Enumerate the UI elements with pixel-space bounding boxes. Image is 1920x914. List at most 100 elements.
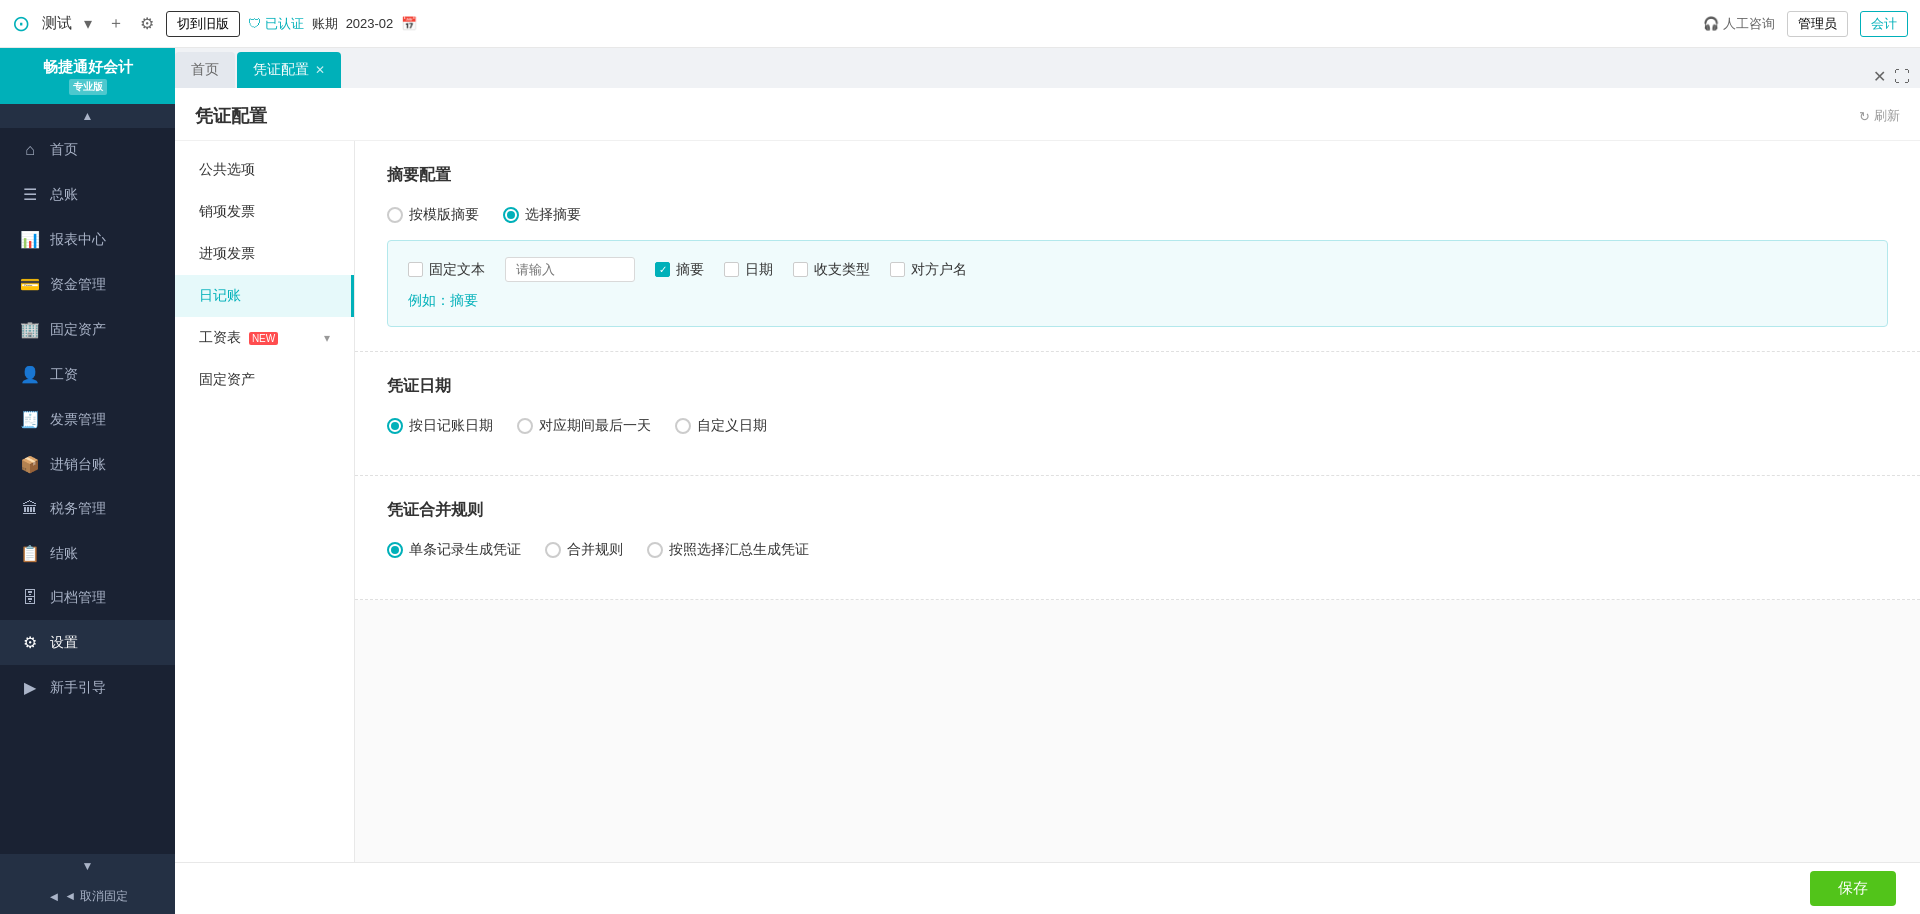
sidebar-item-guide[interactable]: ▶ 新手引导 — [0, 665, 175, 710]
report-icon: 📊 — [20, 230, 40, 249]
main-layout: 畅捷通好会计 专业版 ▲ ⌂ 首页 ☰ 总账 📊 报表中心 💳 资金管理 🏢 — [0, 48, 1920, 914]
home-icon: ⌂ — [20, 141, 40, 159]
config-nav-sales-invoice[interactable]: 销项发票 — [175, 191, 354, 233]
top-header: ⊙ 测试 ▾ ＋ ⚙ 切到旧版 🛡 已认证 账期 2023-02 📅 🎧 人工咨… — [0, 0, 1920, 48]
guide-icon: ▶ — [20, 678, 40, 697]
capital-icon: 💳 — [20, 275, 40, 294]
settings-icon: ⚙ — [20, 633, 40, 652]
radio-single-circle — [387, 542, 403, 558]
summary-radio-group: 按模版摘要 选择摘要 — [387, 206, 1888, 224]
merge-radio-select-summary[interactable]: 按照选择汇总生成凭证 — [647, 541, 809, 559]
sidebar-nav: ⌂ 首页 ☰ 总账 📊 报表中心 💳 资金管理 🏢 固定资产 👤 工资 — [0, 128, 175, 854]
refresh-btn[interactable]: ↻ 刷新 — [1859, 107, 1900, 125]
sidebar-logo: 畅捷通好会计 专业版 — [0, 48, 175, 104]
sidebar-item-purchase-sale[interactable]: 📦 进销台账 — [0, 442, 175, 487]
date-radio-period-last[interactable]: 对应期间最后一天 — [517, 417, 651, 435]
voucher-date-section: 凭证日期 按日记账日期 对应期间最后一天 — [355, 352, 1920, 476]
sidebar-item-settings[interactable]: ⚙ 设置 — [0, 620, 175, 665]
voucher-merge-section: 凭证合并规则 单条记录生成凭证 合并规则 — [355, 476, 1920, 600]
checkbox-income-type[interactable]: 收支类型 — [793, 261, 870, 279]
tab-close-window-btn[interactable]: ✕ — [1871, 65, 1888, 88]
certified-status: 🛡 已认证 — [248, 15, 304, 33]
tab-home[interactable]: 首页 — [175, 52, 235, 88]
save-btn[interactable]: 保存 — [1810, 871, 1896, 906]
page-title: 凭证配置 — [195, 104, 267, 128]
sidebar-scroll-down-btn[interactable]: ▼ — [0, 854, 175, 878]
shield-icon: 🛡 — [248, 16, 261, 31]
checkbox-summary[interactable]: ✓ 摘要 — [655, 261, 704, 279]
fixed-text-checkbox — [408, 262, 423, 277]
invoice-icon: 🧾 — [20, 410, 40, 429]
date-checkbox — [724, 262, 739, 277]
summary-checkboxes: 固定文本 ✓ 摘要 日期 — [408, 257, 1867, 282]
tab-voucher-config[interactable]: 凭证配置 ✕ — [237, 52, 341, 88]
accountant-btn[interactable]: 会计 — [1860, 11, 1908, 37]
summary-radio-select[interactable]: 选择摘要 — [503, 206, 581, 224]
nav-arrow-icon: ▾ — [324, 331, 330, 345]
voucher-merge-title: 凭证合并规则 — [387, 500, 1888, 521]
sidebar-scroll-up-btn[interactable]: ▲ — [0, 104, 175, 128]
config-body: 公共选项 销项发票 进项发票 日记账 工资表 — [175, 141, 1920, 862]
archive-icon: 🗄 — [20, 589, 40, 607]
sidebar-item-invoice[interactable]: 🧾 发票管理 — [0, 397, 175, 442]
sidebar: 畅捷通好会计 专业版 ▲ ⌂ 首页 ☰ 总账 📊 报表中心 💳 资金管理 🏢 — [0, 48, 175, 914]
summary-radio-template[interactable]: 按模版摘要 — [387, 206, 479, 224]
settings-gear-btn[interactable]: ⚙ — [136, 12, 158, 35]
bottom-bar: 保存 — [175, 862, 1920, 914]
sidebar-item-report[interactable]: 📊 报表中心 — [0, 217, 175, 262]
tabs-bar: 首页 凭证配置 ✕ ✕ ⛶ — [175, 48, 1920, 88]
service-link[interactable]: 🎧 人工咨询 — [1703, 15, 1775, 33]
header-left: ⊙ 测试 ▾ ＋ ⚙ 切到旧版 🛡 已认证 账期 2023-02 📅 — [12, 11, 1695, 37]
sidebar-item-tax[interactable]: 🏛 税务管理 — [0, 487, 175, 531]
date-radio-custom[interactable]: 自定义日期 — [675, 417, 767, 435]
summary-config-section: 摘要配置 按模版摘要 选择摘要 — [355, 141, 1920, 352]
cancel-fixed-icon: ◄ — [47, 889, 60, 904]
sidebar-item-salary[interactable]: 👤 工资 — [0, 352, 175, 397]
date-radio-diary[interactable]: 按日记账日期 — [387, 417, 493, 435]
merge-radio-merge[interactable]: 合并规则 — [545, 541, 623, 559]
project-dropdown-btn[interactable]: ▾ — [80, 12, 96, 35]
voucher-date-title: 凭证日期 — [387, 376, 1888, 397]
config-nav-diary[interactable]: 日记账 — [175, 275, 354, 317]
voucher-merge-radio-group: 单条记录生成凭证 合并规则 按照选择汇总生成凭证 — [387, 541, 1888, 559]
radio-period-last-circle — [517, 418, 533, 434]
merge-radio-single[interactable]: 单条记录生成凭证 — [387, 541, 521, 559]
config-nav-payroll[interactable]: 工资表 NEW ▾ — [175, 317, 354, 359]
tab-expand-btn[interactable]: ⛶ — [1892, 66, 1912, 88]
radio-template-circle — [387, 207, 403, 223]
summary-section-title: 摘要配置 — [387, 165, 1888, 186]
radio-diary-date-circle — [387, 418, 403, 434]
sidebar-item-archive[interactable]: 🗄 归档管理 — [0, 576, 175, 620]
config-nav-purchase-invoice[interactable]: 进项发票 — [175, 233, 354, 275]
tab-close-btn[interactable]: ✕ — [315, 63, 325, 77]
app-logo-icon: ⊙ — [12, 11, 30, 37]
radio-select-summary-circle — [647, 542, 663, 558]
config-nav-fixed-asset[interactable]: 固定资产 — [175, 359, 354, 401]
cancel-fixed-btn[interactable]: ◄ ◄ 取消固定 — [0, 878, 175, 914]
content-area: 首页 凭证配置 ✕ ✕ ⛶ 凭证配置 ↻ 刷新 — [175, 48, 1920, 914]
sidebar-item-settle[interactable]: 📋 结账 — [0, 531, 175, 576]
fixed-text-input[interactable] — [505, 257, 635, 282]
add-project-btn[interactable]: ＋ — [104, 11, 128, 36]
switch-old-version-btn[interactable]: 切到旧版 — [166, 11, 240, 37]
sidebar-item-ledger[interactable]: ☰ 总账 — [0, 172, 175, 217]
fixed-asset-icon: 🏢 — [20, 320, 40, 339]
checkbox-fixed-text[interactable]: 固定文本 — [408, 261, 485, 279]
calendar-icon[interactable]: 📅 — [401, 16, 417, 31]
payroll-nav-row: 工资表 NEW ▾ — [199, 329, 330, 347]
page-header: 凭证配置 ↻ 刷新 — [175, 88, 1920, 141]
config-left-nav: 公共选项 销项发票 进项发票 日记账 工资表 — [175, 141, 355, 862]
sidebar-item-home[interactable]: ⌂ 首页 — [0, 128, 175, 172]
config-nav-public[interactable]: 公共选项 — [175, 149, 354, 191]
radio-custom-circle — [675, 418, 691, 434]
tax-icon: 🏛 — [20, 500, 40, 518]
sidebar-item-fixed-asset[interactable]: 🏢 固定资产 — [0, 307, 175, 352]
radio-merge-circle — [545, 542, 561, 558]
purchase-sale-icon: 📦 — [20, 455, 40, 474]
config-right: 摘要配置 按模版摘要 选择摘要 — [355, 141, 1920, 862]
manager-btn[interactable]: 管理员 — [1787, 11, 1848, 37]
headset-icon: 🎧 — [1703, 16, 1719, 31]
checkbox-date[interactable]: 日期 — [724, 261, 773, 279]
checkbox-counterpart[interactable]: 对方户名 — [890, 261, 967, 279]
sidebar-item-capital[interactable]: 💳 资金管理 — [0, 262, 175, 307]
